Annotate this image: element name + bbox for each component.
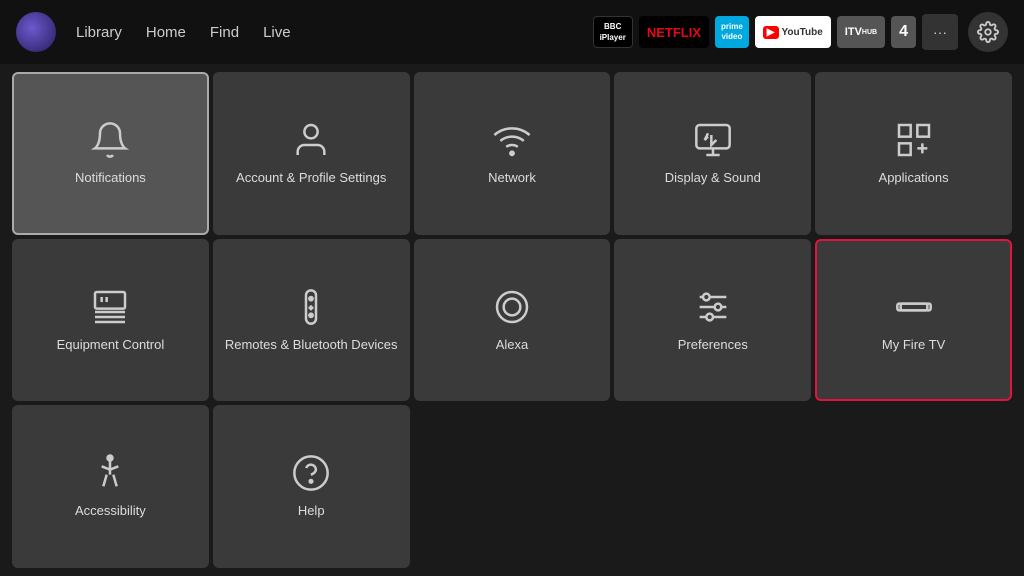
prime-video-icon[interactable]: primevideo — [715, 16, 749, 48]
tile-account-label: Account & Profile Settings — [228, 170, 394, 187]
tile-display-sound-label: Display & Sound — [657, 170, 769, 187]
firetv-icon — [894, 287, 934, 327]
tile-help-label: Help — [290, 503, 333, 520]
top-navigation: Library Home Find Live BBCiPlayer NETFLI… — [0, 0, 1024, 64]
tile-remotes-label: Remotes & Bluetooth Devices — [217, 337, 406, 354]
alexa-icon — [492, 287, 532, 327]
itv-icon[interactable]: ITVHUB — [837, 16, 885, 48]
tile-accessibility-label: Accessibility — [67, 503, 154, 520]
tile-account[interactable]: Account & Profile Settings — [213, 72, 410, 235]
nav-find[interactable]: Find — [210, 24, 239, 41]
nav-live[interactable]: Live — [263, 24, 291, 41]
tile-network[interactable]: Network — [414, 72, 611, 235]
tile-network-label: Network — [480, 170, 544, 187]
netflix-icon[interactable]: NETFLIX — [639, 16, 709, 48]
tile-preferences-label: Preferences — [670, 337, 756, 354]
tile-display-sound[interactable]: Display & Sound — [614, 72, 811, 235]
display-icon — [693, 120, 733, 160]
apps-icon — [894, 120, 934, 160]
nav-links: Library Home Find Live — [76, 24, 291, 41]
tile-preferences[interactable]: Preferences — [614, 239, 811, 402]
tile-applications-label: Applications — [871, 170, 957, 187]
tile-applications[interactable]: Applications — [815, 72, 1012, 235]
person-icon — [291, 120, 331, 160]
settings-button[interactable] — [968, 12, 1008, 52]
tile-equipment-label: Equipment Control — [49, 337, 173, 354]
tile-myfiretv-label: My Fire TV — [874, 337, 953, 354]
youtube-icon[interactable]: ▶ YouTube — [755, 16, 831, 48]
nav-library[interactable]: Library — [76, 24, 122, 41]
help-icon — [291, 453, 331, 493]
accessibility-icon — [90, 453, 130, 493]
tile-alexa[interactable]: Alexa — [414, 239, 611, 402]
tile-remotes[interactable]: Remotes & Bluetooth Devices — [213, 239, 410, 402]
tile-notifications[interactable]: Notifications — [12, 72, 209, 235]
tile-help[interactable]: Help — [213, 405, 410, 568]
avatar — [16, 12, 56, 52]
tile-accessibility[interactable]: Accessibility — [12, 405, 209, 568]
bell-icon — [90, 120, 130, 160]
nav-home[interactable]: Home — [146, 24, 186, 41]
tile-alexa-label: Alexa — [488, 337, 537, 354]
settings-grid: Notifications Account & Profile Settings… — [0, 64, 1024, 576]
remote-icon — [291, 287, 331, 327]
tile-myfiretv[interactable]: My Fire TV — [815, 239, 1012, 402]
equipment-icon — [90, 287, 130, 327]
bbc-iplayer-icon[interactable]: BBCiPlayer — [593, 16, 633, 48]
channel4-icon[interactable]: 4 — [891, 16, 916, 48]
tile-notifications-label: Notifications — [67, 170, 154, 187]
sliders-icon — [693, 287, 733, 327]
app-icons: BBCiPlayer NETFLIX primevideo ▶ YouTube … — [593, 12, 1008, 52]
more-apps-button[interactable]: ··· — [922, 14, 958, 50]
wifi-icon — [492, 120, 532, 160]
tile-equipment[interactable]: Equipment Control — [12, 239, 209, 402]
